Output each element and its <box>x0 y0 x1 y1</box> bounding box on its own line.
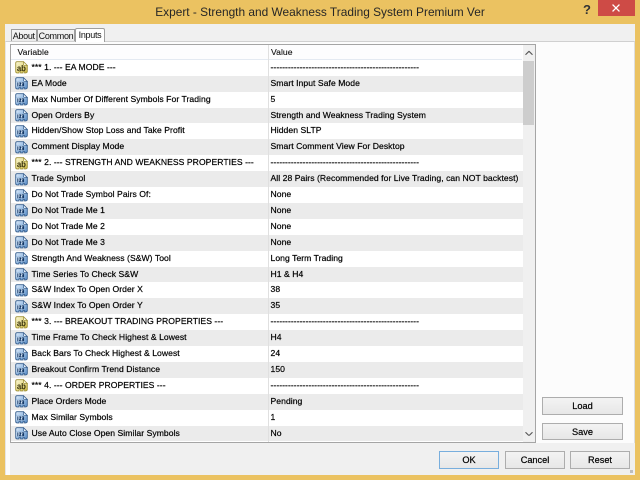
svg-text:ab: ab <box>17 319 26 328</box>
svg-text:ab: ab <box>17 382 26 391</box>
svg-text:ab: ab <box>17 160 26 169</box>
svg-text:ab: ab <box>17 64 26 73</box>
